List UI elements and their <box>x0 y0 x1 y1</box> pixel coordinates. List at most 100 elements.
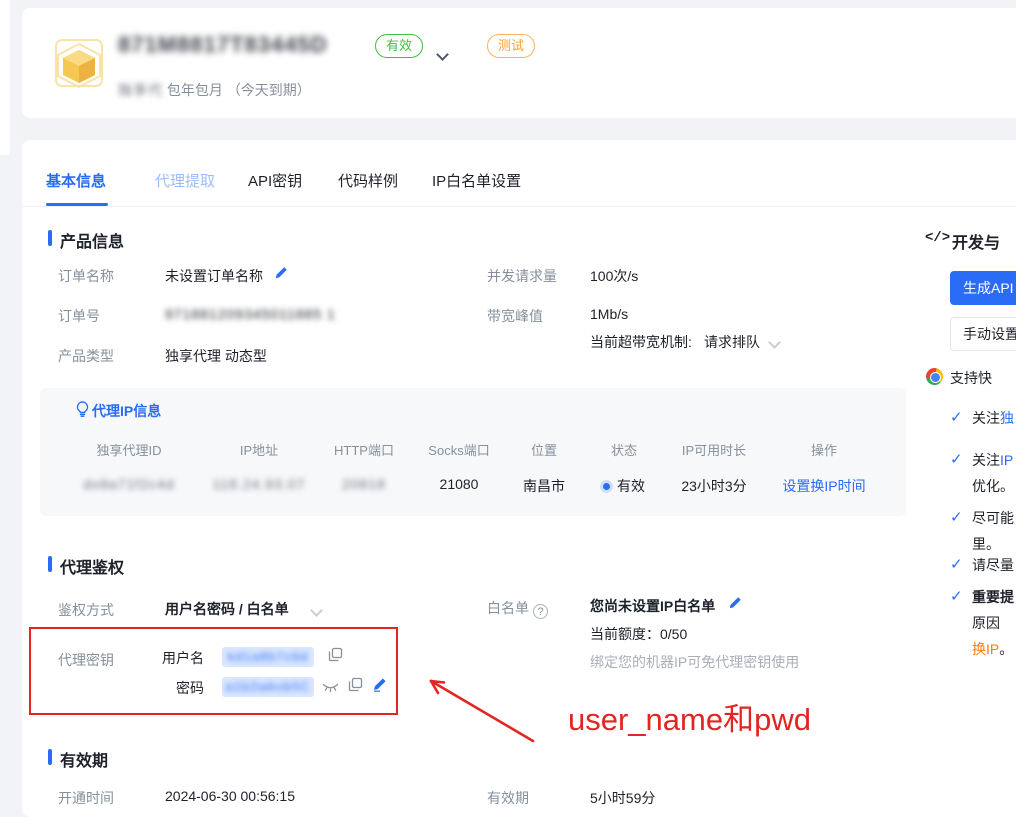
tip-item-important: 重要提 <box>972 587 1014 607</box>
validity-value: 5小时59分 <box>590 788 655 808</box>
col-socks-port: Socks端口 <box>414 440 504 459</box>
col-action: 操作 <box>764 440 884 459</box>
auth-method-value[interactable]: 用户名密码 / 白名单 <box>165 599 289 619</box>
product-type-value: 独享代理 动态型 <box>165 346 267 366</box>
copy-password-icon[interactable] <box>348 677 363 695</box>
tab-basic-info[interactable]: 基本信息 <box>46 170 106 191</box>
copy-username-icon[interactable] <box>328 647 343 665</box>
cell-location: 南昌市 <box>504 476 584 496</box>
cell-proxy-id-masked: dx8a71f2c4d <box>54 476 204 496</box>
proxy-ip-info-panel: 代理IP信息 独享代理ID IP地址 HTTP端口 Socks端口 位置 状态 … <box>40 388 906 516</box>
concurrency-value: 100次/s <box>590 266 638 286</box>
password-label: 密码 <box>176 678 204 698</box>
over-bandwidth-label: 当前超带宽机制: <box>590 332 692 352</box>
whitelist-label: 白名单? <box>487 598 548 619</box>
over-bandwidth-chevron-down-icon[interactable] <box>770 334 779 350</box>
left-edge-sliver <box>0 0 10 155</box>
product-type-label: 产品类型 <box>58 346 114 366</box>
order-subtitle: 独享代 包年包月 （今天到期） <box>118 80 311 100</box>
status-chevron-down-icon[interactable] <box>438 46 447 62</box>
concurrency-label: 并发请求量 <box>487 266 557 286</box>
open-time-value: 2024-06-30 00:56:15 <box>165 788 295 804</box>
code-icon: </> <box>925 230 950 246</box>
tip-item-line2: 优化。 <box>972 476 1014 496</box>
bandwidth-value: 1Mb/s <box>590 306 628 322</box>
tip-item-line2: 原因 <box>972 613 1000 633</box>
billing-type-text: 包年包月 （今天到期） <box>167 82 311 98</box>
check-icon: ✓ <box>950 555 963 573</box>
check-icon: ✓ <box>950 450 963 468</box>
whitelist-hint: 绑定您的机器IP可免代理密钥使用 <box>590 652 799 672</box>
edit-order-name-icon[interactable] <box>274 266 288 283</box>
tab-api-key[interactable]: API密钥 <box>248 170 302 191</box>
order-header-card: 871M8817T83445D 有效 测试 独享代 包年包月 （今天到期） <box>22 8 1016 118</box>
auth-method-chevron-down-icon[interactable] <box>312 602 321 618</box>
product-name-masked: 独享代 <box>118 82 163 98</box>
tip-item: 请尽量 <box>972 555 1014 575</box>
tip-item: 尽可能 <box>972 508 1014 528</box>
order-title-masked: 871M8817T83445D <box>118 32 327 58</box>
status-dot-icon <box>603 483 610 490</box>
check-icon: ✓ <box>950 587 963 605</box>
order-detail-card: 基本信息 代理提取 API密钥 代码样例 IP白名单设置 产品信息 订单名称 未… <box>22 140 1016 817</box>
eye-closed-icon[interactable] <box>322 680 339 696</box>
proxy-table-row: dx8a71f2c4d 118.24.93.07 20818 21080 南昌市… <box>54 476 884 496</box>
tab-code-sample[interactable]: 代码样例 <box>338 170 398 191</box>
tip-item-line3: 换IP。 <box>972 639 1013 659</box>
chrome-icon <box>926 368 943 385</box>
section-title-proxy-auth: 代理鉴权 <box>60 554 124 578</box>
set-ip-rotation-link[interactable]: 设置换IP时间 <box>764 476 884 496</box>
edit-whitelist-icon[interactable] <box>728 596 742 613</box>
cell-socks-port: 21080 <box>414 476 504 496</box>
cell-http-port-masked: 20818 <box>314 476 414 496</box>
tip-item: 关注独 <box>972 408 1014 428</box>
cell-ip-masked: 118.24.93.07 <box>204 476 314 496</box>
check-icon: ✓ <box>950 408 963 426</box>
proxy-ip-info-title: 代理IP信息 <box>92 401 161 421</box>
proxy-table-header: 独享代理ID IP地址 HTTP端口 Socks端口 位置 状态 IP可用时长 … <box>54 440 884 459</box>
col-proxy-id: 独享代理ID <box>54 440 204 459</box>
generate-api-button[interactable]: 生成API <box>950 271 1016 305</box>
cell-duration: 23小时3分 <box>664 476 764 496</box>
tab-ip-whitelist[interactable]: IP白名单设置 <box>432 170 521 191</box>
validity-label: 有效期 <box>487 788 529 808</box>
proxy-key-label: 代理密钥 <box>58 650 114 670</box>
section-title-validity: 有效期 <box>60 747 108 771</box>
col-duration: IP可用时长 <box>664 440 764 459</box>
order-no-label: 订单号 <box>58 306 100 326</box>
username-value-masked: kd1a8b7c6d <box>222 647 314 667</box>
col-location: 位置 <box>504 440 584 459</box>
check-icon: ✓ <box>950 508 963 526</box>
section-bar <box>48 749 52 765</box>
auth-method-label: 鉴权方式 <box>58 600 114 620</box>
open-time-label: 开通时间 <box>58 788 114 808</box>
tip-item: 关注IP <box>972 450 1013 470</box>
chrome-support-text: 支持快 <box>950 368 992 388</box>
order-name-value: 未设置订单名称 <box>165 266 263 286</box>
section-bar <box>48 230 52 246</box>
bandwidth-label: 带宽峰值 <box>487 306 543 326</box>
manual-setting-button[interactable]: 手动设置 <box>950 317 1016 351</box>
product-cube-icon <box>50 34 108 92</box>
tabs-divider <box>22 206 1016 207</box>
section-title-product-info: 产品信息 <box>60 228 124 252</box>
col-status: 状态 <box>584 440 664 459</box>
whitelist-quota: 当前额度：0/50 <box>590 624 687 644</box>
col-http-port: HTTP端口 <box>314 440 414 459</box>
annotation-note-text: user_name和pwd <box>568 694 811 739</box>
test-badge: 测试 <box>487 34 535 58</box>
question-circle-icon[interactable]: ? <box>533 604 548 619</box>
bulb-icon <box>76 401 89 420</box>
over-bandwidth-value[interactable]: 请求排队 <box>704 332 760 352</box>
whitelist-value: 您尚未设置IP白名单 <box>590 596 715 616</box>
tab-proxy-extract[interactable]: 代理提取 <box>155 170 215 191</box>
order-no-masked: 971881209345011885 1 <box>165 306 336 322</box>
password-value-masked: a1b2wkvb5C <box>222 677 314 697</box>
edit-password-icon[interactable] <box>372 677 387 695</box>
rail-title: 开发与 <box>952 229 1000 253</box>
section-bar <box>48 556 52 572</box>
active-tab-underline <box>46 203 108 206</box>
col-ip-address: IP地址 <box>204 440 314 459</box>
order-name-label: 订单名称 <box>58 266 114 286</box>
status-badge: 有效 <box>375 34 423 58</box>
